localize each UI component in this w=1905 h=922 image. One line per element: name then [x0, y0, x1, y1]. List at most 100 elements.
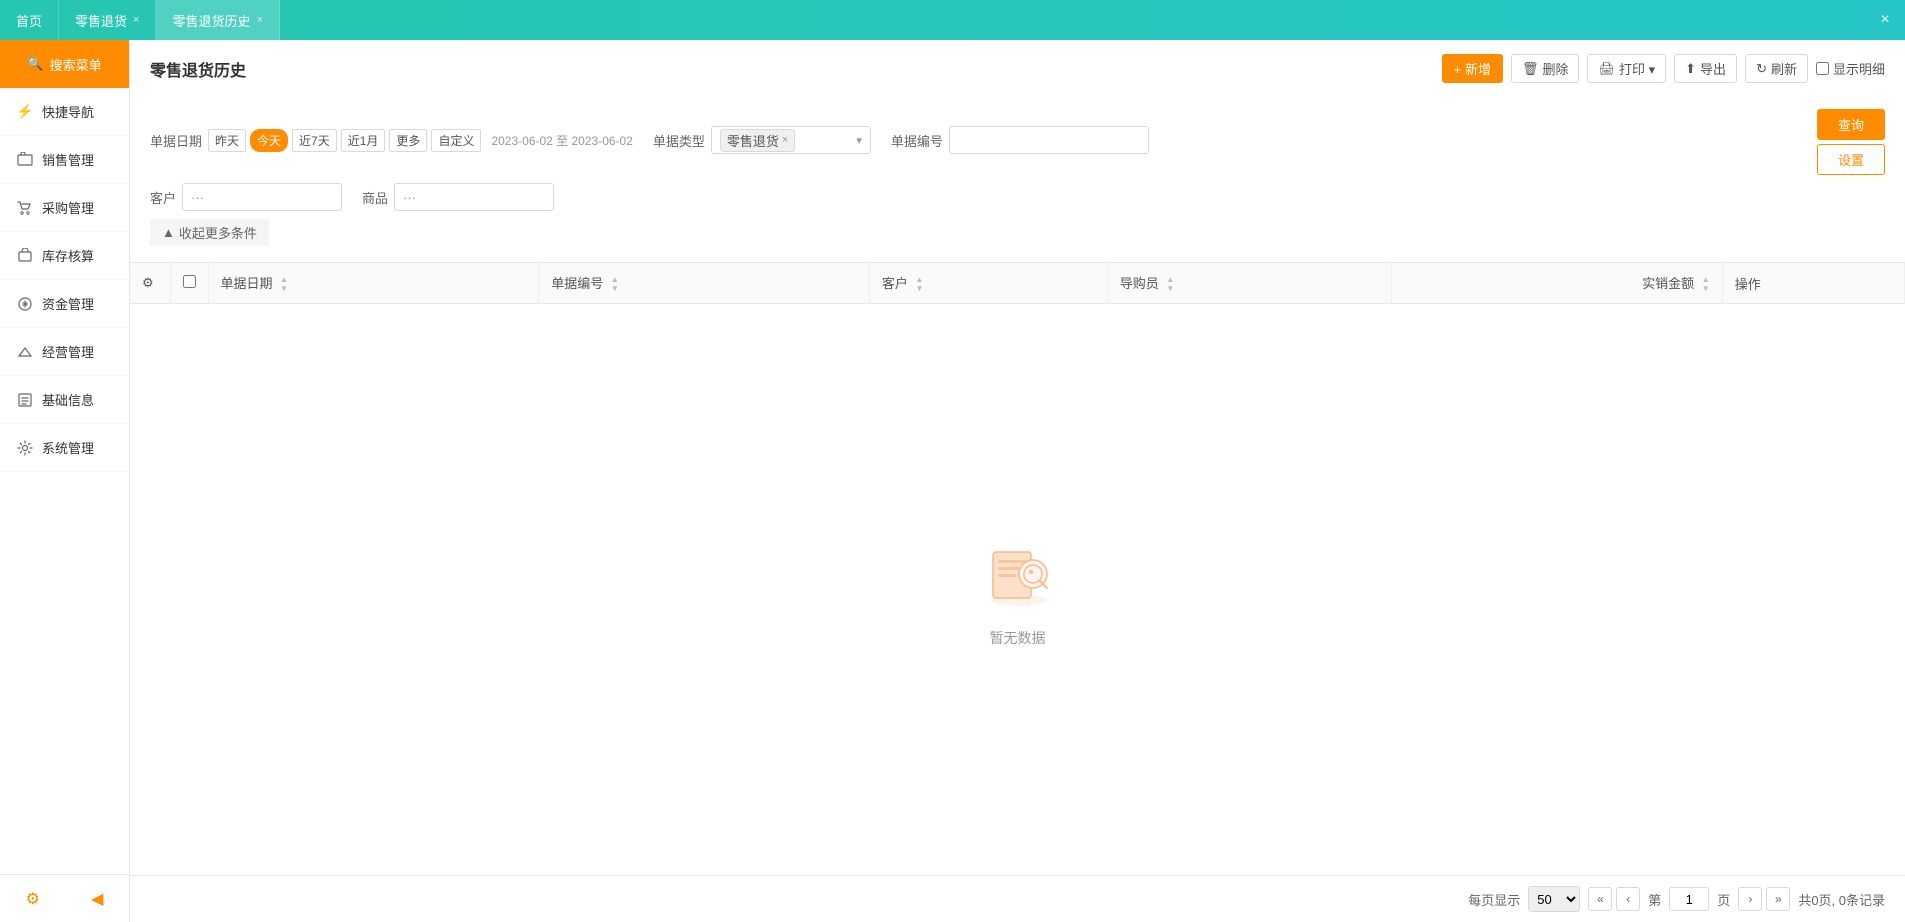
date-7days[interactable]: 近7天: [292, 129, 337, 152]
system-icon: [16, 439, 34, 457]
sidebar-item-operations[interactable]: 经营管理: [0, 328, 129, 376]
filter-area: 单据日期 昨天 今天 近7天 近1月 更多 自定义 2023-06-02 至 2…: [150, 95, 1885, 262]
sidebar-item-label: 销售管理: [42, 150, 94, 169]
sales-icon: [16, 151, 34, 169]
print-icon: 🖨: [1598, 61, 1615, 77]
sidebar-item-purchase[interactable]: 采购管理: [0, 184, 129, 232]
window-close-button[interactable]: ×: [1865, 0, 1905, 40]
sort-arrows-guide: ▲ ▼: [1166, 276, 1174, 293]
refresh-icon: ↻: [1756, 61, 1767, 77]
sidebar-item-label: 经营管理: [42, 342, 94, 361]
type-filter-select[interactable]: 零售退货 × ▾: [711, 126, 871, 154]
date-1month[interactable]: 近1月: [341, 129, 386, 152]
sidebar-menu: ⚡ 快捷导航 销售管理 采购管理 库存核算: [0, 88, 129, 874]
th-customer[interactable]: 客户 ▲ ▼: [869, 263, 1107, 304]
type-tag-label: 零售退货: [727, 131, 779, 150]
sidebar-item-label: 库存核算: [42, 246, 94, 265]
sort-arrows-customer: ▲ ▼: [916, 276, 924, 293]
inventory-icon: [16, 247, 34, 265]
tab-list: 首页 零售退货 × 零售退货历史 ×: [0, 0, 1865, 40]
th-date[interactable]: 单据日期 ▲ ▼: [208, 263, 539, 304]
th-action: 操作: [1722, 263, 1904, 304]
goods-placeholder: ···: [403, 190, 416, 205]
search-icon: 🔍: [27, 56, 43, 72]
th-amount[interactable]: 实销金额 ▲ ▼: [1391, 263, 1722, 304]
date-filter: 单据日期 昨天 今天 近7天 近1月 更多 自定义 2023-06-02 至 2…: [150, 129, 633, 152]
collapse-icon: ▲: [162, 225, 175, 240]
code-filter: 单据编号: [891, 126, 1149, 154]
type-tag: 零售退货 ×: [720, 129, 795, 152]
query-button[interactable]: 查询: [1817, 109, 1885, 140]
refresh-button[interactable]: ↻ 刷新: [1745, 54, 1808, 83]
sidebar-item-finance[interactable]: 资金管理: [0, 280, 129, 328]
export-icon: ⬆: [1685, 61, 1696, 77]
sidebar-item-sales[interactable]: 销售管理: [0, 136, 129, 184]
content-area: 零售退货历史 + 新增 🗑 🗑 删除 删除 🖨 打印 ▾ ⬆ 导出: [130, 40, 1905, 922]
main-layout: 🔍 搜索菜单 ⚡ 快捷导航 销售管理 采购管理: [0, 40, 1905, 922]
type-filter: 单据类型 零售退货 × ▾: [653, 126, 871, 154]
tab-retail-return-history[interactable]: 零售退货历史 ×: [156, 0, 279, 40]
th-code[interactable]: 单据编号 ▲ ▼: [539, 263, 870, 304]
page-first-button[interactable]: «: [1588, 887, 1612, 911]
tab-retail-return-history-close[interactable]: ×: [256, 14, 262, 26]
delete-button[interactable]: 🗑 🗑 删除 删除: [1511, 54, 1580, 83]
page-prev-button[interactable]: ‹: [1616, 887, 1640, 911]
sidebar-item-inventory[interactable]: 库存核算: [0, 232, 129, 280]
code-filter-input[interactable]: [949, 126, 1149, 154]
show-detail-checkbox[interactable]: 显示明细: [1816, 59, 1885, 78]
date-more[interactable]: 更多: [389, 129, 427, 152]
data-table: ⚙ 单据日期 ▲ ▼ 单据编号: [130, 263, 1905, 304]
empty-state: 暂无数据: [130, 304, 1905, 875]
date-shortcuts: 昨天 今天 近7天 近1月 更多 自定义: [208, 129, 481, 152]
sort-arrows-date: ▲ ▼: [280, 276, 288, 293]
date-custom[interactable]: 自定义: [431, 129, 481, 152]
sidebar-search[interactable]: 🔍 搜索菜单: [0, 40, 129, 88]
query-btn-group: 查询 设置: [1817, 105, 1885, 175]
sidebar-item-quick-nav[interactable]: ⚡ 快捷导航: [0, 88, 129, 136]
tab-retail-return-history-label: 零售退货历史: [172, 11, 250, 30]
tab-retail-return-close[interactable]: ×: [133, 14, 139, 26]
per-page-select[interactable]: 50 20 100: [1528, 886, 1580, 912]
print-button[interactable]: 🖨 打印 ▾: [1587, 54, 1666, 83]
empty-icon: [978, 532, 1058, 612]
finance-icon: [16, 295, 34, 313]
filter-row-1: 单据日期 昨天 今天 近7天 近1月 更多 自定义 2023-06-02 至 2…: [150, 105, 1885, 175]
purchase-icon: [16, 199, 34, 217]
th-settings[interactable]: ⚙: [130, 263, 170, 304]
sidebar-search-label: 搜索菜单: [50, 55, 102, 74]
type-select-arrow: ▾: [856, 134, 862, 147]
date-yesterday[interactable]: 昨天: [208, 129, 246, 152]
delete-icon: 🗑: [1522, 61, 1539, 77]
sort-arrows-code: ▲ ▼: [611, 276, 619, 293]
sidebar-item-system[interactable]: 系统管理: [0, 424, 129, 472]
table-footer: 每页显示 50 20 100 « ‹ 第 页 › » 共0页, 0条记录: [130, 875, 1905, 922]
collapse-filter-button[interactable]: ▲ 收起更多条件: [150, 219, 269, 246]
goods-filter-input[interactable]: ···: [394, 183, 554, 211]
sidebar-item-label: 快捷导航: [42, 102, 94, 121]
customer-filter: 客户 ···: [150, 183, 342, 211]
page-number-input[interactable]: [1669, 887, 1709, 911]
filter-settings-button[interactable]: 设置: [1817, 144, 1885, 175]
page-next-button[interactable]: ›: [1738, 887, 1762, 911]
page-title: 零售退货历史: [150, 57, 246, 81]
show-detail-input[interactable]: [1816, 62, 1829, 75]
customer-filter-input[interactable]: ···: [182, 183, 342, 211]
select-all-checkbox[interactable]: [183, 275, 196, 288]
date-filter-label: 单据日期: [150, 131, 202, 150]
tab-retail-return[interactable]: 零售退货 ×: [59, 0, 156, 40]
sidebar-collapse-button[interactable]: ◀: [91, 889, 103, 909]
tab-home[interactable]: 首页: [0, 0, 59, 40]
th-guide[interactable]: 导购员 ▲ ▼: [1107, 263, 1391, 304]
sidebar: 🔍 搜索菜单 ⚡ 快捷导航 销售管理 采购管理: [0, 40, 130, 922]
type-tag-close[interactable]: ×: [782, 134, 788, 146]
sidebar-item-basic-info[interactable]: 基础信息: [0, 376, 129, 424]
total-info: 共0页, 0条记录: [1798, 890, 1885, 909]
date-today[interactable]: 今天: [250, 129, 288, 152]
code-filter-label: 单据编号: [891, 131, 943, 150]
sidebar-settings-button[interactable]: ⚙: [26, 889, 40, 909]
filter-row-2: 客户 ··· 商品 ···: [150, 183, 1885, 211]
export-button[interactable]: ⬆ 导出: [1674, 54, 1737, 83]
page-last-button[interactable]: »: [1766, 887, 1790, 911]
collapse-label: 收起更多条件: [179, 223, 257, 242]
new-button[interactable]: + 新增: [1442, 54, 1503, 83]
